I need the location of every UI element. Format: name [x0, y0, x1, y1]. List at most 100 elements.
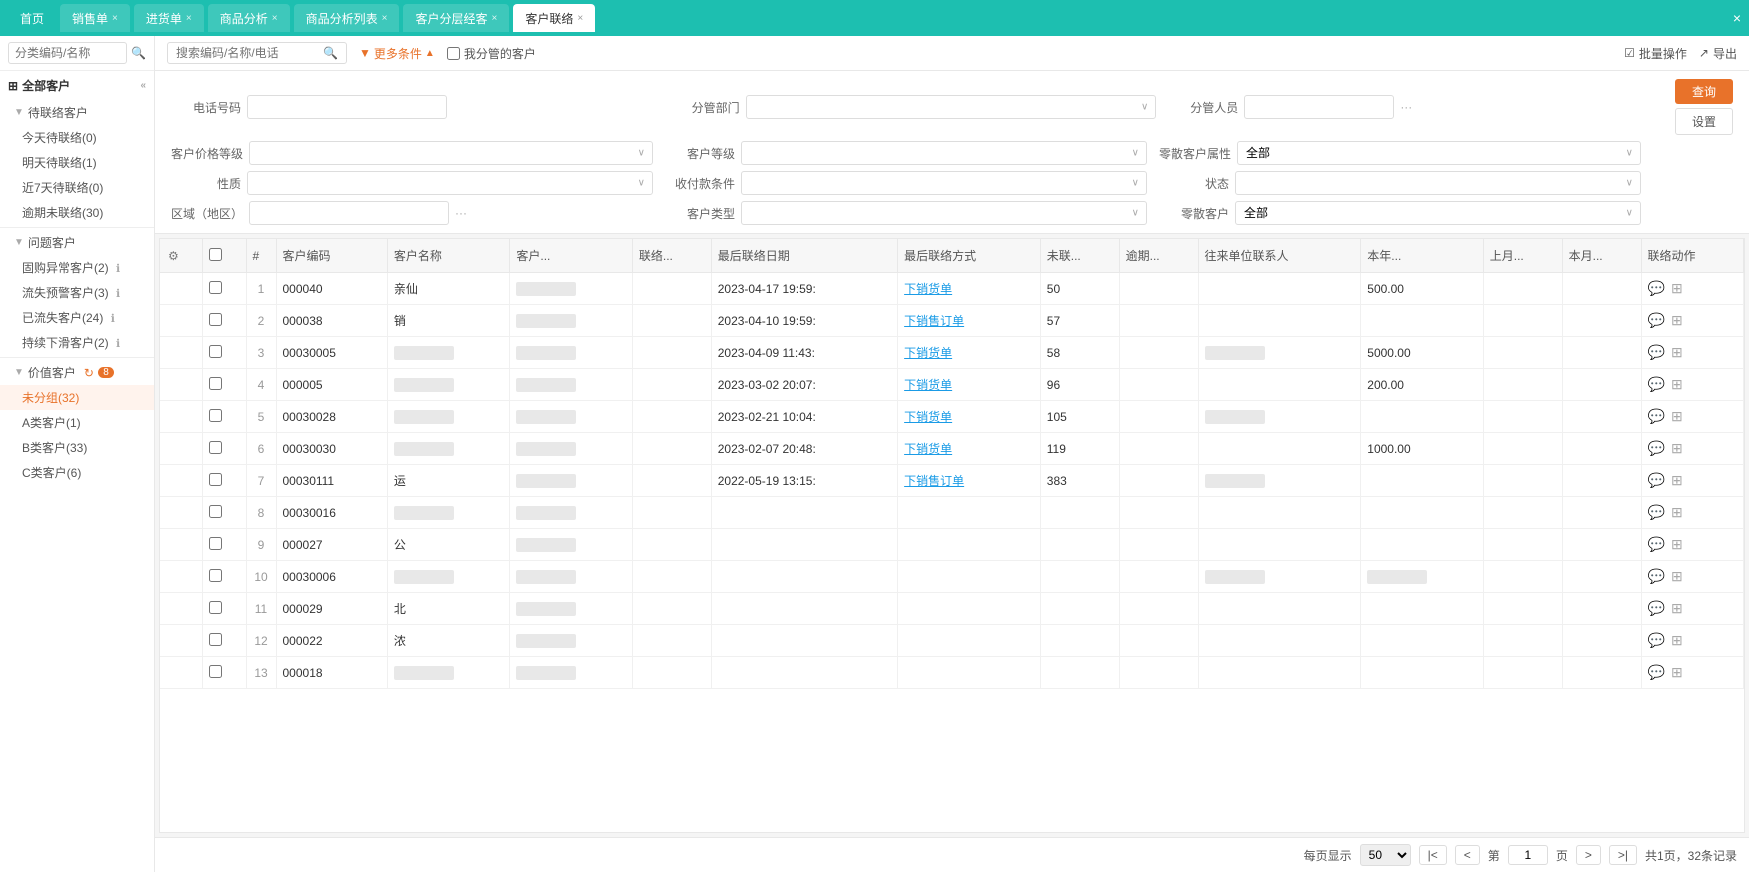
- message-icon[interactable]: 💬: [1648, 312, 1665, 329]
- message-icon[interactable]: 💬: [1648, 472, 1665, 489]
- message-icon[interactable]: 💬: [1648, 408, 1665, 425]
- page-number-input[interactable]: [1508, 845, 1548, 865]
- row-checkbox[interactable]: [202, 593, 246, 625]
- prev-page-btn[interactable]: <: [1455, 845, 1480, 865]
- row-check-8[interactable]: [209, 537, 222, 550]
- last-way-link[interactable]: 下销货单: [904, 442, 952, 456]
- retail-customer-select[interactable]: 全部: [1235, 201, 1641, 225]
- row-check-3[interactable]: [209, 377, 222, 390]
- more-action-icon[interactable]: ⊞: [1671, 280, 1683, 297]
- row-checkbox[interactable]: [202, 337, 246, 369]
- row-checkbox[interactable]: [202, 497, 246, 529]
- collapse-icon[interactable]: «: [140, 80, 146, 91]
- row-checkbox[interactable]: [202, 433, 246, 465]
- manager-more-icon[interactable]: ···: [1400, 100, 1412, 114]
- row-checkbox[interactable]: [202, 465, 246, 497]
- pending-contact-group[interactable]: ▼ 待联络客户: [0, 100, 154, 125]
- next-page-btn[interactable]: >: [1576, 845, 1601, 865]
- row-checkbox[interactable]: [202, 657, 246, 689]
- code-col-header[interactable]: 客户编码: [276, 239, 387, 273]
- all-customers-header[interactable]: ⊞ 全部客户 «: [0, 71, 154, 100]
- message-icon[interactable]: 💬: [1648, 536, 1665, 553]
- message-icon[interactable]: 💬: [1648, 664, 1665, 681]
- checkbox-col-header[interactable]: [202, 239, 246, 273]
- message-icon[interactable]: 💬: [1648, 504, 1665, 521]
- close-analysis-list-icon[interactable]: ×: [382, 13, 388, 24]
- row-check-7[interactable]: [209, 505, 222, 518]
- settings-col-header[interactable]: ⚙: [160, 239, 202, 273]
- nav-tab-purchase[interactable]: 进货单 ×: [134, 4, 204, 32]
- dept-select[interactable]: [746, 95, 1157, 119]
- sidebar-item-lost-customers[interactable]: 已流失客户(24) ℹ: [0, 305, 154, 330]
- row-checkbox[interactable]: [202, 305, 246, 337]
- select-all-checkbox[interactable]: [209, 248, 222, 261]
- sidebar-item-overdue-contact[interactable]: 逾期未联络(30): [0, 200, 154, 225]
- message-icon[interactable]: 💬: [1648, 632, 1665, 649]
- this-month-col-header[interactable]: 本月...: [1562, 239, 1641, 273]
- settings-icon[interactable]: ⚙: [168, 249, 179, 263]
- row-check-10[interactable]: [209, 601, 222, 614]
- sidebar-search-icon[interactable]: 🔍: [131, 46, 146, 60]
- sidebar-item-abnormal-purchase[interactable]: 固购异常客户(2) ℹ: [0, 255, 154, 280]
- query-button[interactable]: 查询: [1675, 79, 1733, 104]
- row-check-1[interactable]: [209, 313, 222, 326]
- message-icon[interactable]: 💬: [1648, 344, 1665, 361]
- sidebar-item-group-a[interactable]: A类客户(1): [0, 410, 154, 435]
- reset-button[interactable]: 设置: [1675, 108, 1733, 135]
- last-way-link[interactable]: 下销货单: [904, 410, 952, 424]
- sidebar-item-today-pending[interactable]: 今天待联络(0): [0, 125, 154, 150]
- last-way-link[interactable]: 下销货单: [904, 282, 952, 296]
- more-action-icon[interactable]: ⊞: [1671, 440, 1683, 457]
- batch-op-btn[interactable]: ☑ 批量操作: [1624, 45, 1687, 62]
- row-check-4[interactable]: [209, 409, 222, 422]
- export-btn[interactable]: ↗ 导出: [1699, 45, 1737, 62]
- row-checkbox[interactable]: [202, 625, 246, 657]
- row-check-6[interactable]: [209, 473, 222, 486]
- sidebar-item-churn-risk[interactable]: 流失预警客户(3) ℹ: [0, 280, 154, 305]
- last-date-col-header[interactable]: 最后联络日期: [711, 239, 897, 273]
- more-action-icon[interactable]: ⊞: [1671, 536, 1683, 553]
- message-icon[interactable]: 💬: [1648, 568, 1665, 585]
- last-way-col-header[interactable]: 最后联络方式: [898, 239, 1041, 273]
- close-main-icon[interactable]: ×: [1733, 10, 1741, 26]
- more-action-icon[interactable]: ⊞: [1671, 664, 1683, 681]
- first-page-btn[interactable]: |<: [1419, 845, 1447, 865]
- close-analysis-icon[interactable]: ×: [272, 13, 278, 24]
- more-action-icon[interactable]: ⊞: [1671, 632, 1683, 649]
- customer-type-select[interactable]: [741, 201, 1147, 225]
- message-icon[interactable]: 💬: [1648, 440, 1665, 457]
- row-check-2[interactable]: [209, 345, 222, 358]
- close-customer-contact-icon[interactable]: ×: [577, 13, 583, 24]
- name-col-header[interactable]: 客户名称: [387, 239, 509, 273]
- row-check-5[interactable]: [209, 441, 222, 454]
- more-conditions-btn[interactable]: ▼ 更多条件 ▲: [359, 45, 435, 62]
- nav-tab-sales[interactable]: 销售单 ×: [60, 4, 130, 32]
- more-action-icon[interactable]: ⊞: [1671, 504, 1683, 521]
- nav-tab-customer-contact[interactable]: 客户联络 ×: [513, 4, 595, 32]
- contact-col-header[interactable]: 联络...: [632, 239, 711, 273]
- sidebar-item-group-b[interactable]: B类客户(33): [0, 435, 154, 460]
- more-action-icon[interactable]: ⊞: [1671, 376, 1683, 393]
- problem-customers-group[interactable]: ▼ 问题客户: [0, 230, 154, 255]
- retail-attr-select[interactable]: 全部: [1237, 141, 1641, 165]
- main-search-icon[interactable]: 🔍: [323, 46, 338, 60]
- this-year-col-header[interactable]: 本年...: [1361, 239, 1483, 273]
- unit-contact-col-header[interactable]: 往来单位联系人: [1198, 239, 1361, 273]
- message-icon[interactable]: 💬: [1648, 600, 1665, 617]
- sidebar-item-persistent-no-order[interactable]: 持续下滑客户(2) ℹ: [0, 330, 154, 355]
- area-input[interactable]: [249, 201, 449, 225]
- sidebar-item-no-group[interactable]: 未分组(32): [0, 385, 154, 410]
- gender-select[interactable]: [247, 171, 653, 195]
- sidebar-search-input[interactable]: [8, 42, 127, 64]
- page-size-select[interactable]: 50 100 200: [1360, 844, 1411, 866]
- row-check-9[interactable]: [209, 569, 222, 582]
- last-way-link[interactable]: 下销售订单: [904, 474, 964, 488]
- message-icon[interactable]: 💬: [1648, 280, 1665, 297]
- more-action-icon[interactable]: ⊞: [1671, 568, 1683, 585]
- value-customers-group[interactable]: ▼ 价值客户 ↻ 8: [0, 360, 154, 385]
- my-customers-check[interactable]: [447, 47, 460, 60]
- row-checkbox[interactable]: [202, 401, 246, 433]
- sidebar-item-group-c[interactable]: C类客户(6): [0, 460, 154, 485]
- area-more-icon[interactable]: ···: [455, 206, 467, 220]
- sidebar-item-tomorrow-pending[interactable]: 明天待联络(1): [0, 150, 154, 175]
